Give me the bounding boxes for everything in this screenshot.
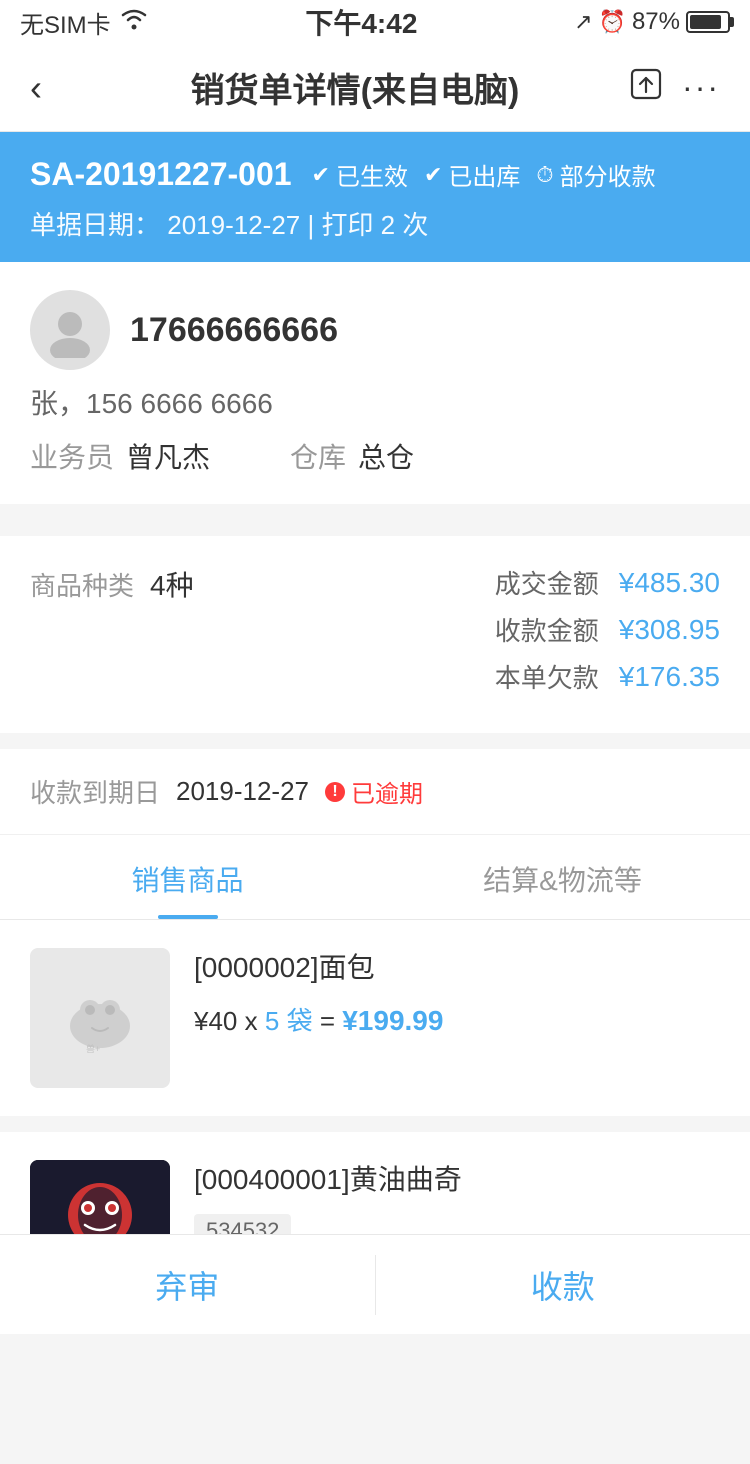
- battery-percent: 87%: [632, 8, 680, 36]
- tab-products[interactable]: 销售商品: [0, 835, 375, 919]
- deal-amount-item: 成交金额 ¥485.30: [495, 564, 720, 601]
- customer-meta: 业务员 曾凡杰 仓库 总仓: [30, 436, 720, 476]
- page-title: 销货单详情(来自电脑): [90, 63, 620, 112]
- avatar: [30, 290, 110, 370]
- wifi-icon: [119, 8, 149, 37]
- product-list: 兽+ [0000002]面包 ¥40 x 5 袋 = ¥199.99: [0, 920, 750, 1464]
- product-type-item: 商品种类 4种: [30, 564, 194, 604]
- product-price-1: ¥40 x 5 袋 = ¥199.99: [194, 1001, 720, 1038]
- alarm-icon: ⏰: [599, 9, 626, 35]
- bottom-action-bar: 弃审 收款: [0, 1234, 750, 1334]
- status-left: 无SIM卡: [20, 5, 149, 40]
- product-name-1: [0000002]面包: [194, 948, 720, 987]
- overdue-icon: !: [325, 782, 345, 802]
- warehouse-value: 总仓: [358, 436, 414, 476]
- clock-icon: ⏱: [536, 162, 553, 188]
- print-count: | 打印 2 次: [307, 210, 428, 240]
- owed-item: 本单欠款 ¥176.35: [495, 658, 720, 695]
- customer-name: 17666666666: [130, 311, 338, 350]
- status-tag-partial: ⏱ 部分收款: [536, 157, 655, 192]
- status-shipped-label: 已出库: [448, 157, 520, 192]
- tab-settlement-label: 结算&物流等: [483, 865, 642, 896]
- product-info-1: [0000002]面包 ¥40 x 5 袋 = ¥199.99: [194, 948, 720, 1038]
- salesman-item: 业务员 曾凡杰: [30, 436, 210, 476]
- status-tag-effective: ✔ 已生效: [312, 157, 408, 192]
- checkmark-icon-1: ✔: [312, 162, 330, 188]
- status-tag-shipped: ✔ 已出库: [424, 157, 520, 192]
- bottom-spacer: [0, 1344, 750, 1464]
- battery-icon: [686, 11, 730, 33]
- due-label: 收款到期日: [30, 773, 160, 810]
- summary-section: 商品种类 4种 成交金额 ¥485.30 收款金额 ¥308.95 本单欠款 ¥…: [0, 536, 750, 733]
- location-icon: ↗: [574, 9, 592, 35]
- product-qty-1: 5: [265, 1006, 279, 1036]
- status-tags: ✔ 已生效 ✔ 已出库 ⏱ 部分收款: [312, 157, 656, 192]
- collected-value: ¥308.95: [619, 614, 720, 646]
- overdue-label: 已逾期: [351, 774, 423, 809]
- svg-text:兽+: 兽+: [86, 1043, 100, 1054]
- status-effective-label: 已生效: [336, 157, 408, 192]
- summary-left: 商品种类 4种: [30, 564, 194, 612]
- reject-label: 弃审: [155, 1262, 219, 1308]
- overdue-tag: ! 已逾期: [325, 774, 423, 809]
- product-name-2: [000400001]黄油曲奇: [194, 1160, 720, 1199]
- reject-button[interactable]: 弃审: [0, 1235, 375, 1334]
- product-placeholder-icon: 兽+: [60, 978, 140, 1058]
- product-unit-1: 袋: [287, 1006, 313, 1036]
- order-id: SA-20191227-001: [30, 156, 292, 193]
- order-date: 2019-12-27: [167, 210, 300, 240]
- nav-actions: ···: [620, 68, 720, 108]
- status-right: ↗ ⏰ 87%: [574, 8, 730, 36]
- warehouse-item: 仓库 总仓: [290, 436, 414, 476]
- price-eq-1: =: [320, 1006, 342, 1036]
- collected-label: 收款金额: [495, 611, 599, 648]
- collect-button[interactable]: 收款: [376, 1235, 750, 1334]
- date-label: 单据日期：: [30, 210, 160, 240]
- share-button[interactable]: [630, 68, 662, 108]
- status-partial-label: 部分收款: [560, 157, 656, 192]
- owed-value: ¥176.35: [619, 661, 720, 693]
- due-date: 2019-12-27: [176, 776, 309, 807]
- deal-amount-value: ¥485.30: [619, 567, 720, 599]
- price-value-1: ¥40: [194, 1006, 237, 1036]
- avatar-icon: [42, 302, 98, 358]
- product-type-label: 商品种类: [30, 566, 134, 603]
- status-bar: 无SIM卡 下午4:42 ↗ ⏰ 87%: [0, 0, 750, 44]
- back-button[interactable]: ‹: [30, 67, 90, 109]
- collected-item: 收款金额 ¥308.95: [495, 611, 720, 648]
- summary-right: 成交金额 ¥485.30 收款金额 ¥308.95 本单欠款 ¥176.35: [495, 564, 720, 705]
- divider-1: [0, 520, 750, 536]
- price-x-1: x: [245, 1006, 265, 1036]
- customer-phone: 张，156 6666 6666: [30, 382, 720, 422]
- salesman-label: 业务员: [30, 436, 114, 476]
- carrier-label: 无SIM卡: [20, 5, 111, 40]
- customer-section: 17666666666 张，156 6666 6666 业务员 曾凡杰 仓库 总…: [0, 262, 750, 504]
- checkmark-icon-2: ✔: [424, 162, 442, 188]
- order-banner: SA-20191227-001 ✔ 已生效 ✔ 已出库 ⏱ 部分收款 单据日期：…: [0, 132, 750, 262]
- more-button[interactable]: ···: [682, 69, 720, 106]
- product-total-1: ¥199.99: [342, 1005, 443, 1036]
- tab-settlement[interactable]: 结算&物流等: [375, 835, 750, 919]
- warehouse-label: 仓库: [290, 436, 346, 476]
- status-time: 下午4:42: [305, 2, 417, 42]
- product-image-1: 兽+: [30, 948, 170, 1088]
- deal-amount-label: 成交金额: [495, 564, 599, 601]
- salesman-value: 曾凡杰: [126, 436, 210, 476]
- owed-label: 本单欠款: [495, 658, 599, 695]
- tab-bar: 销售商品 结算&物流等: [0, 835, 750, 920]
- nav-bar: ‹ 销货单详情(来自电脑) ···: [0, 44, 750, 132]
- collect-label: 收款: [531, 1262, 595, 1308]
- tab-products-label: 销售商品: [131, 865, 243, 896]
- due-section: 收款到期日 2019-12-27 ! 已逾期: [0, 749, 750, 835]
- product-item: 兽+ [0000002]面包 ¥40 x 5 袋 = ¥199.99: [0, 920, 750, 1116]
- product-type-count: 4种: [150, 564, 194, 604]
- banner-date-row: 单据日期： 2019-12-27 | 打印 2 次: [30, 205, 720, 242]
